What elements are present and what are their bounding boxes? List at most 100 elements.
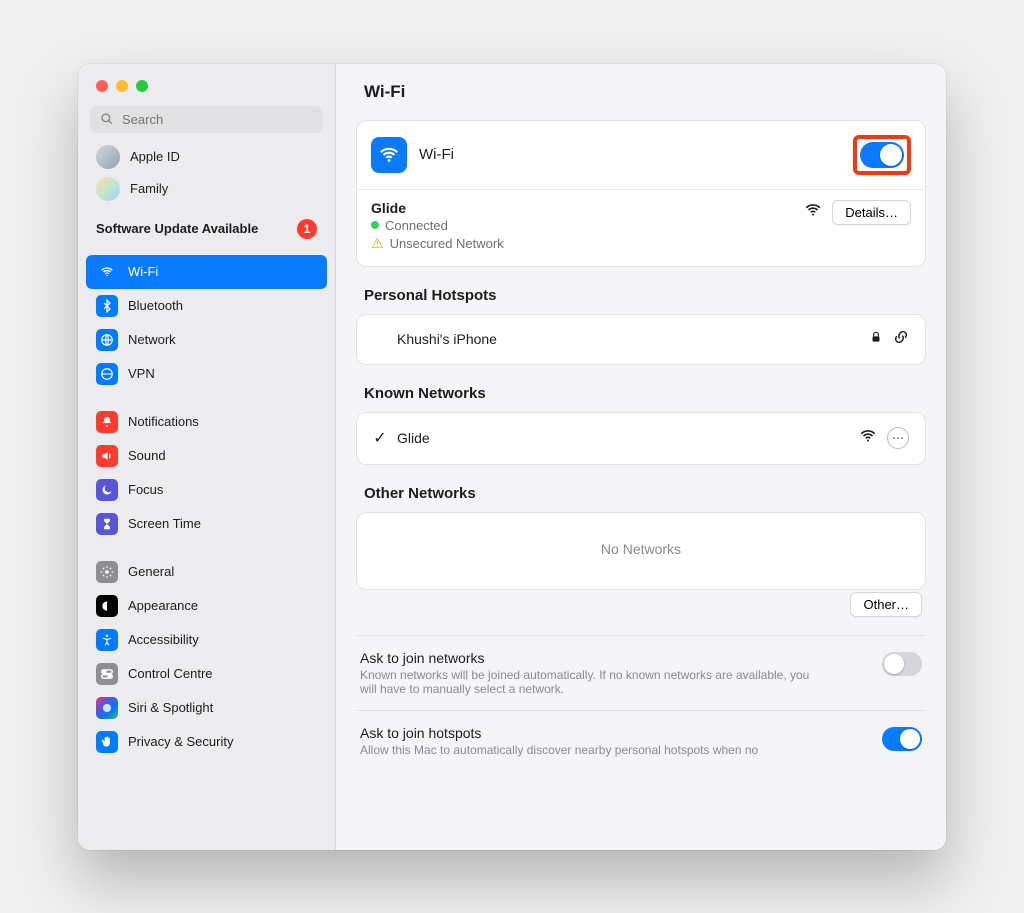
hotspot-list: Khushi's iPhone bbox=[356, 314, 926, 365]
sidebar-item-wifi[interactable]: Wi-Fi bbox=[86, 255, 327, 289]
sidebar-item-software-update[interactable]: Software Update Available 1 bbox=[78, 205, 335, 253]
search-input[interactable] bbox=[120, 111, 313, 128]
page-title: Wi-Fi bbox=[364, 82, 926, 102]
other-networks-heading: Other Networks bbox=[364, 485, 926, 502]
settings-window: Apple ID Family Software Update Availabl… bbox=[78, 64, 946, 850]
sidebar-item-general[interactable]: General bbox=[86, 555, 327, 589]
hand-icon bbox=[96, 731, 118, 753]
gear-icon bbox=[96, 561, 118, 583]
sidebar-item-label: General bbox=[128, 564, 174, 579]
more-options-button[interactable]: ⋯ bbox=[887, 427, 909, 449]
switches-icon bbox=[96, 663, 118, 685]
sidebar-item-label: Wi-Fi bbox=[128, 264, 158, 279]
wifi-icon bbox=[96, 261, 118, 283]
ask-join-hotspots-toggle[interactable] bbox=[882, 727, 922, 751]
sidebar-item-controlcentre[interactable]: Control Centre bbox=[86, 657, 327, 691]
sidebar-item-appleid[interactable]: Apple ID bbox=[86, 141, 327, 173]
sidebar-item-accessibility[interactable]: Accessibility bbox=[86, 623, 327, 657]
sidebar-item-screentime[interactable]: Screen Time bbox=[86, 507, 327, 541]
annotation-highlight bbox=[853, 135, 911, 175]
sidebar-item-label: Accessibility bbox=[128, 632, 199, 647]
network-icon bbox=[96, 329, 118, 351]
known-network-item[interactable]: ✓ Glide ⋯ bbox=[357, 413, 925, 464]
wifi-card: Wi-Fi Glide Connected ⚠︎ Unsecured Netwo… bbox=[356, 120, 926, 267]
window-controls bbox=[78, 74, 335, 102]
sidebar-item-label: Notifications bbox=[128, 414, 199, 429]
sidebar-item-label: Focus bbox=[128, 482, 163, 497]
sidebar: Apple ID Family Software Update Availabl… bbox=[78, 64, 336, 850]
no-networks-text: No Networks bbox=[357, 513, 925, 585]
sidebar-item-label: Sound bbox=[128, 448, 166, 463]
sidebar-item-vpn[interactable]: VPN bbox=[86, 357, 327, 391]
accessibility-icon bbox=[96, 629, 118, 651]
sidebar-item-label: Privacy & Security bbox=[128, 734, 233, 749]
bell-icon bbox=[96, 411, 118, 433]
ask-join-hotspots-row: Ask to join hotspots Allow this Mac to a… bbox=[356, 710, 926, 771]
account-section: Apple ID Family bbox=[78, 141, 335, 205]
sidebar-item-focus[interactable]: Focus bbox=[86, 473, 327, 507]
sidebar-group-network: Wi-Fi Bluetooth Network VPN bbox=[78, 253, 335, 393]
search-field[interactable] bbox=[90, 106, 323, 133]
current-network-info: Glide Connected ⚠︎ Unsecured Network bbox=[371, 200, 804, 252]
moon-icon bbox=[96, 479, 118, 501]
speaker-icon bbox=[96, 445, 118, 467]
hotspot-link-icon bbox=[893, 329, 909, 350]
hotspot-item[interactable]: Khushi's iPhone bbox=[357, 315, 925, 364]
ask-join-networks-toggle[interactable] bbox=[882, 652, 922, 676]
wifi-signal-icon bbox=[859, 427, 877, 450]
other-network-button[interactable]: Other… bbox=[850, 592, 922, 617]
appleid-label: Apple ID bbox=[130, 149, 180, 164]
checkmark-icon: ✓ bbox=[373, 428, 387, 448]
ask-join-networks-title: Ask to join networks bbox=[360, 650, 868, 666]
ask-join-hotspots-title: Ask to join hotspots bbox=[360, 725, 868, 741]
sidebar-item-appearance[interactable]: Appearance bbox=[86, 589, 327, 623]
ask-join-hotspots-desc: Allow this Mac to automatically discover… bbox=[360, 743, 820, 757]
sidebar-item-network[interactable]: Network bbox=[86, 323, 327, 357]
sidebar-item-label: Appearance bbox=[128, 598, 198, 613]
sidebar-item-label: Siri & Spotlight bbox=[128, 700, 213, 715]
current-network-name: Glide bbox=[371, 200, 804, 216]
ask-join-networks-desc: Known networks will be joined automatica… bbox=[360, 668, 820, 696]
minimize-window-button[interactable] bbox=[116, 80, 128, 92]
sidebar-group-alerts: Notifications Sound Focus Screen Time bbox=[78, 403, 335, 543]
warning-icon: ⚠︎ bbox=[371, 235, 384, 252]
other-networks-list: No Networks bbox=[356, 512, 926, 590]
hourglass-icon bbox=[96, 513, 118, 535]
software-update-label: Software Update Available bbox=[96, 221, 258, 236]
sidebar-item-label: Screen Time bbox=[128, 516, 201, 531]
vpn-icon bbox=[96, 363, 118, 385]
avatar bbox=[96, 145, 120, 169]
search-icon bbox=[100, 112, 114, 126]
ask-join-networks-row: Ask to join networks Known networks will… bbox=[356, 635, 926, 710]
wifi-header-row: Wi-Fi bbox=[357, 121, 925, 190]
sidebar-item-sound[interactable]: Sound bbox=[86, 439, 327, 473]
sidebar-item-label: Network bbox=[128, 332, 176, 347]
sidebar-item-family[interactable]: Family bbox=[86, 173, 327, 205]
family-label: Family bbox=[130, 181, 168, 196]
main-content: Wi-Fi Wi-Fi Glide Connected bbox=[336, 64, 946, 850]
status-dot-icon bbox=[371, 221, 379, 229]
update-badge: 1 bbox=[297, 219, 317, 239]
wifi-signal-icon bbox=[804, 201, 822, 224]
sidebar-item-bluetooth[interactable]: Bluetooth bbox=[86, 289, 327, 323]
wifi-toggle[interactable] bbox=[860, 142, 904, 168]
close-window-button[interactable] bbox=[96, 80, 108, 92]
details-button[interactable]: Details… bbox=[832, 200, 911, 225]
zoom-window-button[interactable] bbox=[136, 80, 148, 92]
wifi-label: Wi-Fi bbox=[419, 146, 853, 163]
known-network-name: Glide bbox=[397, 430, 859, 446]
warning-text: Unsecured Network bbox=[390, 236, 504, 251]
wifi-icon bbox=[371, 137, 407, 173]
sidebar-item-notifications[interactable]: Notifications bbox=[86, 405, 327, 439]
appearance-icon bbox=[96, 595, 118, 617]
sidebar-item-label: VPN bbox=[128, 366, 155, 381]
sidebar-item-label: Control Centre bbox=[128, 666, 213, 681]
lock-icon bbox=[869, 330, 883, 349]
sidebar-item-siri[interactable]: Siri & Spotlight bbox=[86, 691, 327, 725]
connection-status: Connected bbox=[385, 218, 448, 233]
known-networks-heading: Known Networks bbox=[364, 385, 926, 402]
sidebar-item-privacy[interactable]: Privacy & Security bbox=[86, 725, 327, 759]
sidebar-group-system: General Appearance Accessibility Control… bbox=[78, 553, 335, 761]
known-networks-list: ✓ Glide ⋯ bbox=[356, 412, 926, 465]
avatar bbox=[96, 177, 120, 201]
